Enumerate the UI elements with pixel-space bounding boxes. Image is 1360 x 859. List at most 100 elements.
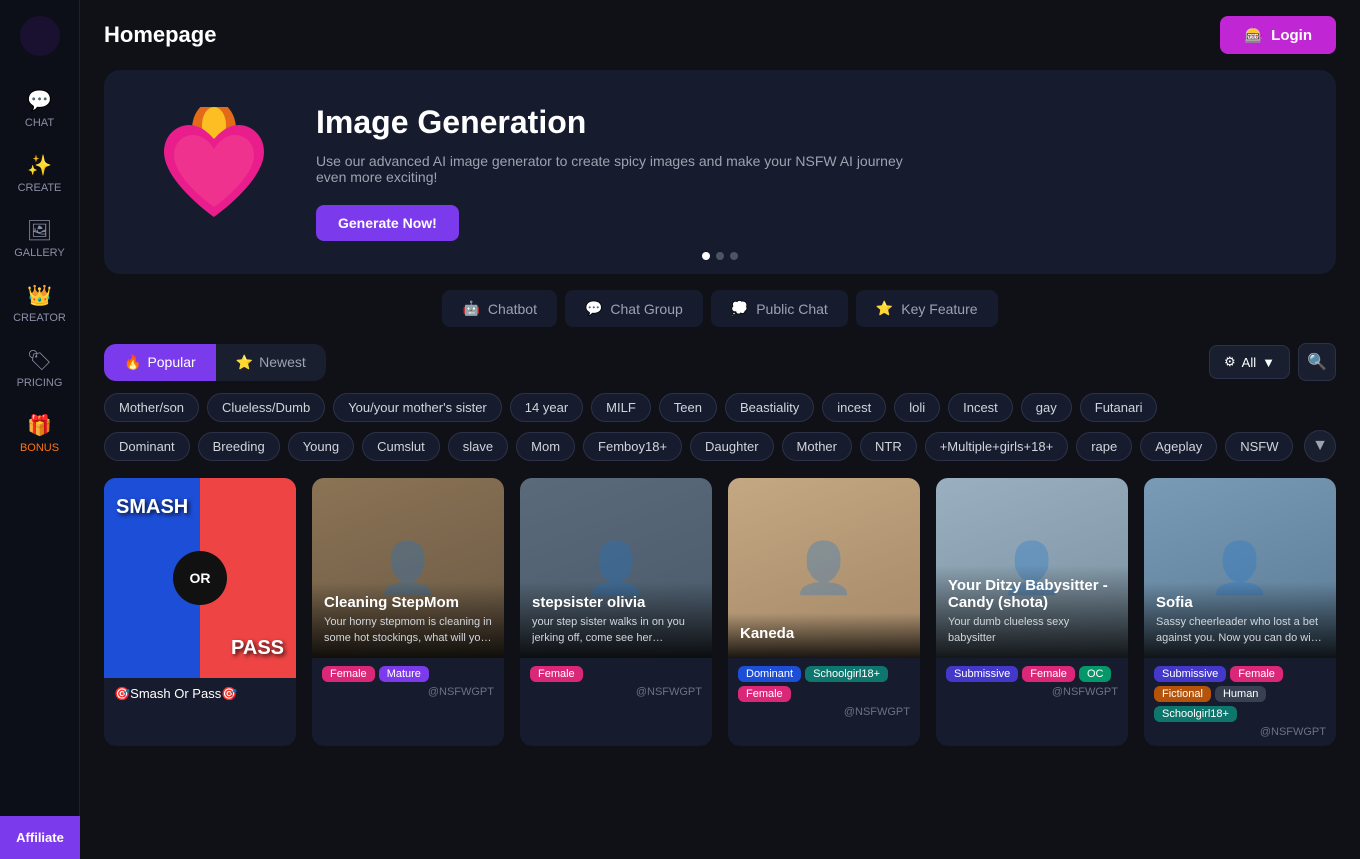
chat-group-icon: 💬 bbox=[585, 300, 602, 317]
tag-mother-son[interactable]: Mother/son bbox=[104, 393, 199, 422]
sidebar-label-pricing: PRICING bbox=[17, 377, 63, 389]
tag-14-year[interactable]: 14 year bbox=[510, 393, 583, 422]
card-image: 👤 bbox=[520, 478, 712, 658]
card-badges: SubmissiveFemaleOC bbox=[946, 666, 1118, 682]
tag-nsfw[interactable]: NSFW bbox=[1225, 432, 1293, 461]
tabs-bar: 🤖 Chatbot 💬 Chat Group 💭 Public Chat ⭐ K… bbox=[80, 290, 1360, 343]
card-image: 👤 bbox=[1144, 478, 1336, 658]
sidebar-item-bonus[interactable]: 🎁 BONUS bbox=[0, 401, 79, 466]
tag-incest[interactable]: Incest bbox=[948, 393, 1013, 422]
header: Homepage 🎰 Login bbox=[80, 0, 1360, 70]
card-footer: SubmissiveFemaleFictionalHumanSchoolgirl… bbox=[1144, 658, 1336, 746]
card-image: 👤 bbox=[312, 478, 504, 658]
smash-image: SMASH OR PASS bbox=[104, 478, 296, 678]
tags-row-2-container: Dominant Breeding Young Cumslut slave Mom Femb… bbox=[80, 430, 1360, 478]
card-footer: DominantSchoolgirl18+Female @NSFWGPT bbox=[728, 658, 920, 726]
sidebar-item-chat[interactable]: 💬 CHAT bbox=[0, 76, 79, 141]
filter-right: ⚙ All ▼ 🔍 bbox=[1209, 343, 1336, 381]
tag-incest[interactable]: incest bbox=[822, 393, 886, 422]
bonus-icon: 🎁 bbox=[27, 413, 52, 438]
tag-breeding[interactable]: Breeding bbox=[198, 432, 280, 461]
card-creator: @NSFWGPT bbox=[530, 686, 702, 698]
banner-text: Image Generation Use our advanced AI ima… bbox=[316, 104, 916, 241]
card-creator: @NSFWGPT bbox=[1154, 726, 1326, 738]
key-feature-icon: ⭐ bbox=[876, 300, 893, 317]
sort-popular-button[interactable]: 🔥 Popular bbox=[104, 344, 216, 381]
tag-cumslut[interactable]: Cumslut bbox=[362, 432, 440, 461]
tab-chatbot-label: Chatbot bbox=[488, 301, 537, 317]
tag-femboy18-[interactable]: Femboy18+ bbox=[583, 432, 682, 461]
tag-young[interactable]: Young bbox=[288, 432, 354, 461]
tags-row-2: Dominant Breeding Young Cumslut slave Mom Femb… bbox=[104, 432, 1296, 461]
sidebar-item-gallery[interactable]: 🖼 GALLERY bbox=[0, 206, 79, 271]
sidebar-item-pricing[interactable]: 🏷 PRICING bbox=[0, 336, 79, 401]
sort-buttons: 🔥 Popular ⭐ Newest bbox=[104, 344, 326, 381]
tag--multiple-girls-18-[interactable]: +Multiple+girls+18+ bbox=[925, 432, 1068, 461]
card-smash-or-pass[interactable]: SMASH OR PASS 🎯Smash Or Pass🎯 bbox=[104, 478, 296, 746]
sidebar-item-create[interactable]: ✨ CREATE bbox=[0, 141, 79, 206]
tag-clueless-dumb[interactable]: Clueless/Dumb bbox=[207, 393, 325, 422]
login-button[interactable]: 🎰 Login bbox=[1220, 16, 1336, 54]
dot-1[interactable] bbox=[702, 252, 710, 260]
fire-icon: 🔥 bbox=[124, 354, 141, 371]
public-chat-icon: 💭 bbox=[731, 300, 748, 317]
sidebar-label-creator: CREATOR bbox=[13, 312, 66, 324]
chat-icon: 💬 bbox=[27, 88, 52, 113]
card-stepsister-olivia[interactable]: 👤 stepsister olivia your step sister wal… bbox=[520, 478, 712, 746]
affiliate-button[interactable]: Affiliate bbox=[0, 816, 80, 859]
tag-ntr[interactable]: NTR bbox=[860, 432, 917, 461]
tag-mom[interactable]: Mom bbox=[516, 432, 575, 461]
sort-newest-button[interactable]: ⭐ Newest bbox=[216, 344, 326, 381]
tag-daughter[interactable]: Daughter bbox=[690, 432, 773, 461]
badge-oc: OC bbox=[1079, 666, 1112, 682]
tag-you-your-mother-s-sister[interactable]: You/your mother's sister bbox=[333, 393, 502, 422]
card-image: 👤 bbox=[728, 478, 920, 658]
tag-futanari[interactable]: Futanari bbox=[1080, 393, 1158, 422]
tag-slave[interactable]: slave bbox=[448, 432, 508, 461]
dot-2[interactable] bbox=[716, 252, 724, 260]
create-icon: ✨ bbox=[27, 153, 52, 178]
tag-mother[interactable]: Mother bbox=[782, 432, 852, 461]
badge-female: Female bbox=[1230, 666, 1283, 682]
main-content: Homepage 🎰 Login Image Generation Use ou… bbox=[80, 0, 1360, 859]
tag-milf[interactable]: MILF bbox=[591, 393, 651, 422]
tag-rape[interactable]: rape bbox=[1076, 432, 1132, 461]
sidebar-label-bonus: BONUS bbox=[20, 442, 59, 454]
badge-female: Female bbox=[530, 666, 583, 682]
sidebar-item-creator[interactable]: 👑 CREATOR bbox=[0, 271, 79, 336]
tag-dominant[interactable]: Dominant bbox=[104, 432, 190, 461]
tab-chatbot[interactable]: 🤖 Chatbot bbox=[442, 290, 556, 327]
login-label: Login bbox=[1271, 27, 1312, 44]
tag-beastiality[interactable]: Beastiality bbox=[725, 393, 814, 422]
generate-button[interactable]: Generate Now! bbox=[316, 205, 459, 241]
card-badges: Female bbox=[530, 666, 702, 682]
search-icon: 🔍 bbox=[1307, 352, 1327, 372]
card-badges: DominantSchoolgirl18+Female bbox=[738, 666, 910, 702]
tag-ageplay[interactable]: Ageplay bbox=[1140, 432, 1217, 461]
tag-teen[interactable]: Teen bbox=[659, 393, 717, 422]
search-button[interactable]: 🔍 bbox=[1298, 343, 1336, 381]
banner-section: Image Generation Use our advanced AI ima… bbox=[104, 70, 1336, 274]
banner-description: Use our advanced AI image generator to c… bbox=[316, 153, 916, 185]
card-kaneda[interactable]: 👤 Kaneda DominantSchoolgirl18+Female @NS… bbox=[728, 478, 920, 746]
dot-3[interactable] bbox=[730, 252, 738, 260]
pricing-icon: 🏷 bbox=[27, 348, 52, 373]
card-ditzy-babysitter[interactable]: 👤 Your Ditzy Babysitter - Candy (shota) … bbox=[936, 478, 1128, 746]
tab-chat-group[interactable]: 💬 Chat Group bbox=[565, 290, 703, 327]
badge-schoolgirl18+: Schoolgirl18+ bbox=[1154, 706, 1237, 722]
card-cleaning-stepmom[interactable]: 👤 Cleaning StepMom Your horny stepmom is… bbox=[312, 478, 504, 746]
login-icon: 🎰 bbox=[1244, 26, 1263, 44]
tag-loli[interactable]: loli bbox=[894, 393, 940, 422]
tab-key-feature[interactable]: ⭐ Key Feature bbox=[856, 290, 998, 327]
expand-tags-button[interactable]: ▼ bbox=[1304, 430, 1336, 462]
tag-gay[interactable]: gay bbox=[1021, 393, 1072, 422]
app-logo[interactable]: 🌸 bbox=[16, 12, 64, 60]
page-title: Homepage bbox=[104, 22, 216, 48]
smash-text: SMASH bbox=[116, 496, 188, 519]
pass-text: PASS bbox=[231, 637, 284, 660]
tab-public-chat[interactable]: 💭 Public Chat bbox=[711, 290, 848, 327]
all-filter-select[interactable]: ⚙ All ▼ bbox=[1209, 345, 1290, 379]
star-icon: ⭐ bbox=[236, 354, 253, 371]
badge-fictional: Fictional bbox=[1154, 686, 1211, 702]
card-sofia[interactable]: 👤 Sofia Sassy cheerleader who lost a bet… bbox=[1144, 478, 1336, 746]
